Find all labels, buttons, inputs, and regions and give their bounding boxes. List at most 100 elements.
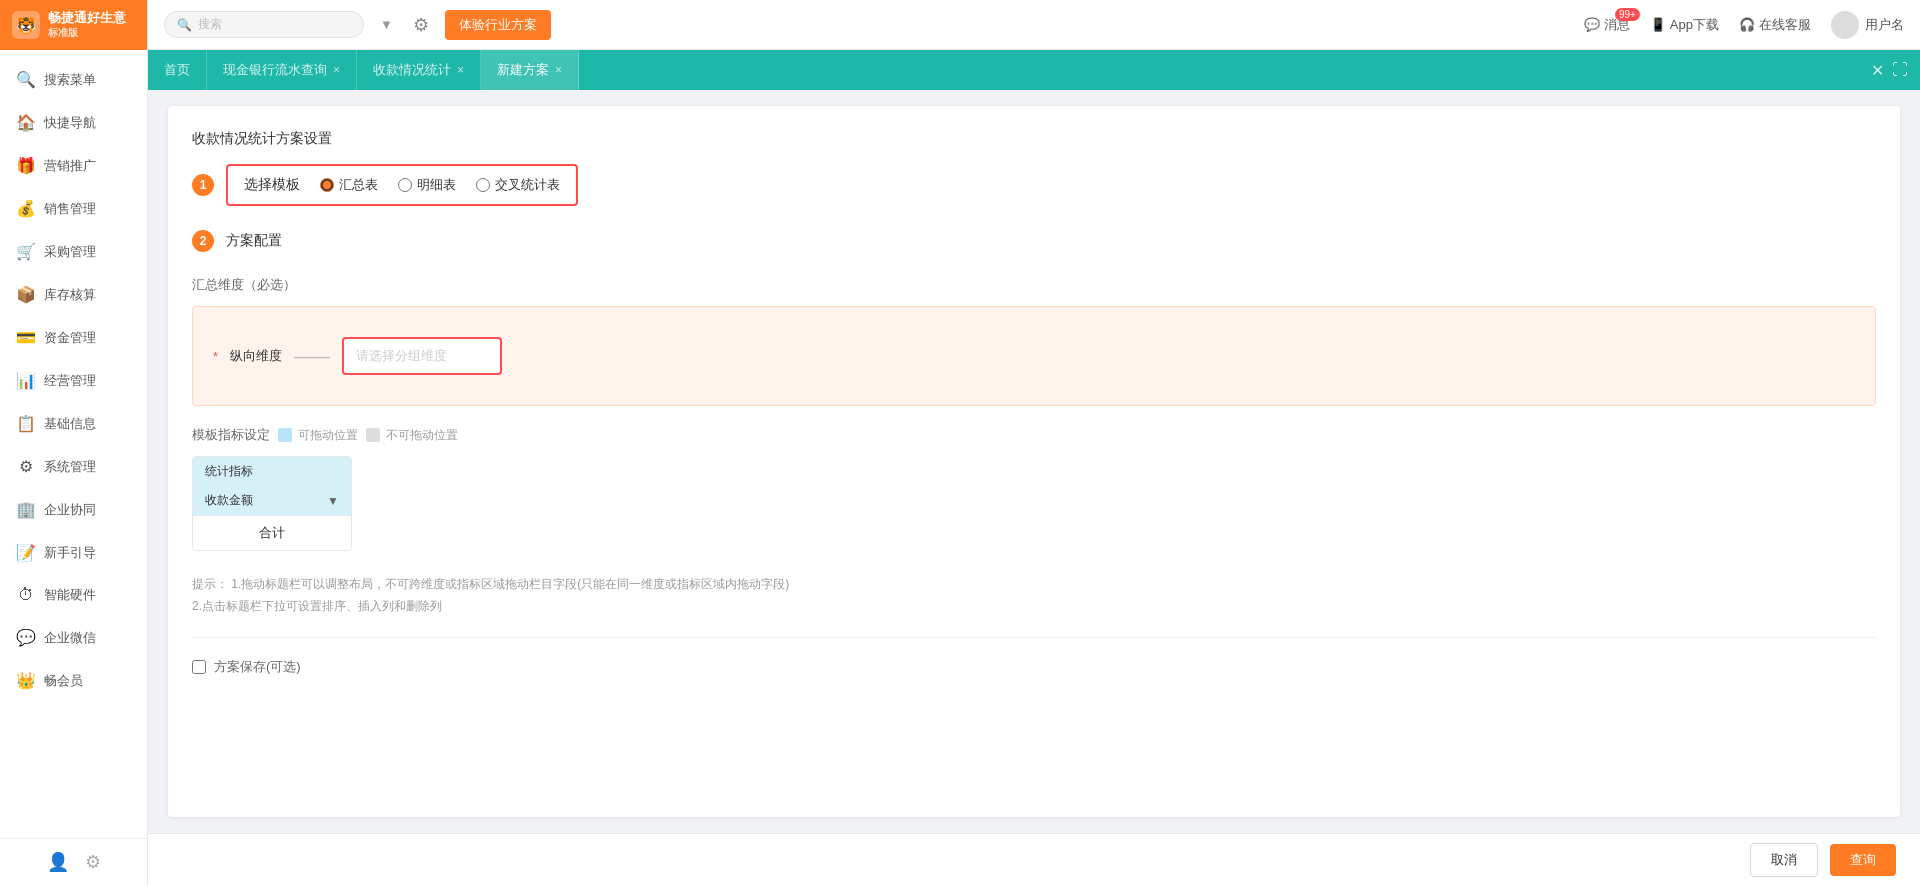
sidebar-item-finance[interactable]: 💳 资金管理 <box>0 316 147 359</box>
tab-new-plan[interactable]: 新建方案 × <box>481 50 579 90</box>
sidebar-item-operation[interactable]: 📊 经营管理 <box>0 359 147 402</box>
drag-hint-fixed: 不可拖动位置 <box>366 427 458 444</box>
sidebar-bottom-icon1[interactable]: 👤 <box>47 851 69 873</box>
sidebar-item-marketing[interactable]: 🎁 营销推广 <box>0 144 147 187</box>
dimension-select[interactable]: 请选择分组维度 <box>342 337 502 375</box>
sidebar-item-label: 畅会员 <box>44 672 83 690</box>
step1-box: 选择模板 汇总表 明细表 交叉统计表 <box>226 164 578 206</box>
tab-bank-label: 现金银行流水查询 <box>223 61 327 79</box>
tip-item-1: 提示： 1.拖动标题栏可以调整布局，不可跨维度或指标区域拖动栏目字段(只能在同一… <box>192 574 1876 596</box>
tab-receipts[interactable]: 收款情况统计 × <box>357 50 481 90</box>
service-label: 在线客服 <box>1759 16 1811 34</box>
sidebar-item-enterprise[interactable]: 🏢 企业协同 <box>0 488 147 531</box>
radio-summary-input[interactable] <box>320 178 334 192</box>
tab-receipts-label: 收款情况统计 <box>373 61 451 79</box>
metrics-total-cell: 合计 <box>193 515 351 550</box>
message-icon: 💬 <box>1584 17 1600 32</box>
header-right: 💬 消息 99+ 📱 App下载 🎧 在线客服 用户名 <box>1584 11 1904 39</box>
radio-detail[interactable]: 明细表 <box>398 176 456 194</box>
step2-label: 方案配置 <box>226 232 282 250</box>
service-icon: 🎧 <box>1739 17 1755 32</box>
download-link[interactable]: 📱 App下载 <box>1650 16 1719 34</box>
sidebar-item-member[interactable]: 👑 畅会员 <box>0 659 147 702</box>
page-content: 收款情况统计方案设置 1 选择模板 汇总表 明细表 <box>148 90 1920 833</box>
tab-home[interactable]: 首页 <box>148 50 207 90</box>
metrics-category-row: 统计指标 <box>193 457 351 486</box>
sidebar-item-wechat[interactable]: 💬 企业微信 <box>0 616 147 659</box>
sidebar-item-label: 企业协同 <box>44 501 96 519</box>
dimension-title: 汇总维度（必选） <box>192 276 1876 294</box>
radio-cross-input[interactable] <box>476 178 490 192</box>
sidebar-item-sales[interactable]: 💰 销售管理 <box>0 187 147 230</box>
user-menu[interactable]: 用户名 <box>1831 11 1904 39</box>
tab-bank-close-icon[interactable]: × <box>333 63 340 77</box>
fixed-indicator <box>366 428 380 442</box>
dropdown-chevron-icon: ▼ <box>380 17 393 32</box>
sidebar-item-newbie[interactable]: 📝 新手引导 <box>0 531 147 574</box>
service-link[interactable]: 🎧 在线客服 <box>1739 16 1811 34</box>
dimension-select-placeholder: 请选择分组维度 <box>356 347 447 365</box>
download-label: App下载 <box>1670 16 1719 34</box>
sidebar-item-basic[interactable]: 📋 基础信息 <box>0 402 147 445</box>
tab-new-plan-label: 新建方案 <box>497 61 549 79</box>
logo-text: 畅捷通好生意 <box>48 10 126 26</box>
save-checkbox[interactable] <box>192 660 206 674</box>
settings-icon[interactable]: ⚙ <box>413 14 429 36</box>
tab-home-label: 首页 <box>164 61 190 79</box>
tab-expand-icon[interactable]: ⛶ <box>1892 61 1908 79</box>
metrics-category-label: 统计指标 <box>205 463 253 480</box>
sidebar-item-label: 新手引导 <box>44 544 96 562</box>
dimension-area: * 纵向维度 —— 请选择分组维度 <box>192 306 1876 406</box>
chat-icon: 💬 <box>16 628 36 647</box>
tab-new-plan-close-icon[interactable]: × <box>555 63 562 77</box>
save-row: 方案保存(可选) <box>192 658 1876 676</box>
tab-bank[interactable]: 现金银行流水查询 × <box>207 50 357 90</box>
sidebar-item-system[interactable]: ⚙ 系统管理 <box>0 445 147 488</box>
sidebar-item-purchase[interactable]: 🛒 采购管理 <box>0 230 147 273</box>
section-divider <box>192 637 1876 638</box>
sidebar-item-label: 搜索菜单 <box>44 71 96 89</box>
trial-button[interactable]: 体验行业方案 <box>445 10 551 40</box>
metrics-column-label: 收款金额 <box>205 492 253 509</box>
drag-hint-draggable-label: 可拖动位置 <box>298 427 358 444</box>
sidebar-item-quick-nav[interactable]: 🏠 快捷导航 <box>0 101 147 144</box>
bag-icon: 🛒 <box>16 242 36 261</box>
sidebar-item-label: 基础信息 <box>44 415 96 433</box>
dimension-title-text: 汇总维度（必选） <box>192 277 296 292</box>
user-name: 用户名 <box>1865 16 1904 34</box>
cancel-button[interactable]: 取消 <box>1750 843 1818 877</box>
header: 🔍 搜索 ▼ ⚙ 体验行业方案 💬 消息 99+ 📱 App下载 🎧 在线客服 <box>148 0 1920 50</box>
drag-hint-draggable: 可拖动位置 <box>278 427 358 444</box>
sidebar-item-search[interactable]: 🔍 搜索菜单 <box>0 58 147 101</box>
query-button[interactable]: 查询 <box>1830 844 1896 876</box>
sidebar-bottom-icon2[interactable]: ⚙ <box>85 851 101 873</box>
template-radio-group: 汇总表 明细表 交叉统计表 <box>320 176 560 194</box>
header-search[interactable]: 🔍 搜索 <box>164 11 364 38</box>
tip-text-2: 2.点击标题栏下拉可设置排序、插入列和删除列 <box>192 596 442 618</box>
radio-detail-input[interactable] <box>398 178 412 192</box>
radio-cross[interactable]: 交叉统计表 <box>476 176 560 194</box>
sidebar-item-inventory[interactable]: 📦 库存核算 <box>0 273 147 316</box>
tabs-actions: ✕ ⛶ <box>1859 50 1920 90</box>
main-content: 🔍 搜索 ▼ ⚙ 体验行业方案 💬 消息 99+ 📱 App下载 🎧 在线客服 <box>148 0 1920 885</box>
tab-close-all-icon[interactable]: ✕ <box>1871 61 1884 80</box>
sidebar-item-smart-hw[interactable]: ⏱ 智能硬件 <box>0 574 147 616</box>
step1-row: 1 选择模板 汇总表 明细表 交叉统 <box>192 164 1876 206</box>
message-badge[interactable]: 💬 消息 99+ <box>1584 16 1630 34</box>
tab-receipts-close-icon[interactable]: × <box>457 63 464 77</box>
metrics-title: 模板指标设定 <box>192 426 270 444</box>
dim-field-label: 纵向维度 <box>230 347 282 365</box>
edition-label: 标准版 <box>48 26 126 40</box>
radio-summary[interactable]: 汇总表 <box>320 176 378 194</box>
sidebar-bottom: 👤 ⚙ <box>0 838 147 885</box>
gear-icon: ⚙ <box>16 457 36 476</box>
tip-text-1: 提示： 1.拖动标题栏可以调整布局，不可跨维度或指标区域拖动栏目字段(只能在同一… <box>192 574 789 596</box>
dim-arrow: —— <box>294 346 330 367</box>
step2-header: 2 方案配置 <box>192 230 1876 252</box>
tab-bar: 首页 现金银行流水查询 × 收款情况统计 × 新建方案 × ✕ ⛶ <box>148 50 1920 90</box>
message-count: 99+ <box>1615 8 1640 21</box>
header-dropdown[interactable]: ▼ <box>380 17 393 32</box>
sidebar-item-label: 采购管理 <box>44 243 96 261</box>
metrics-column-row[interactable]: 收款金额 ▼ <box>193 486 351 515</box>
sidebar-item-label: 经营管理 <box>44 372 96 390</box>
